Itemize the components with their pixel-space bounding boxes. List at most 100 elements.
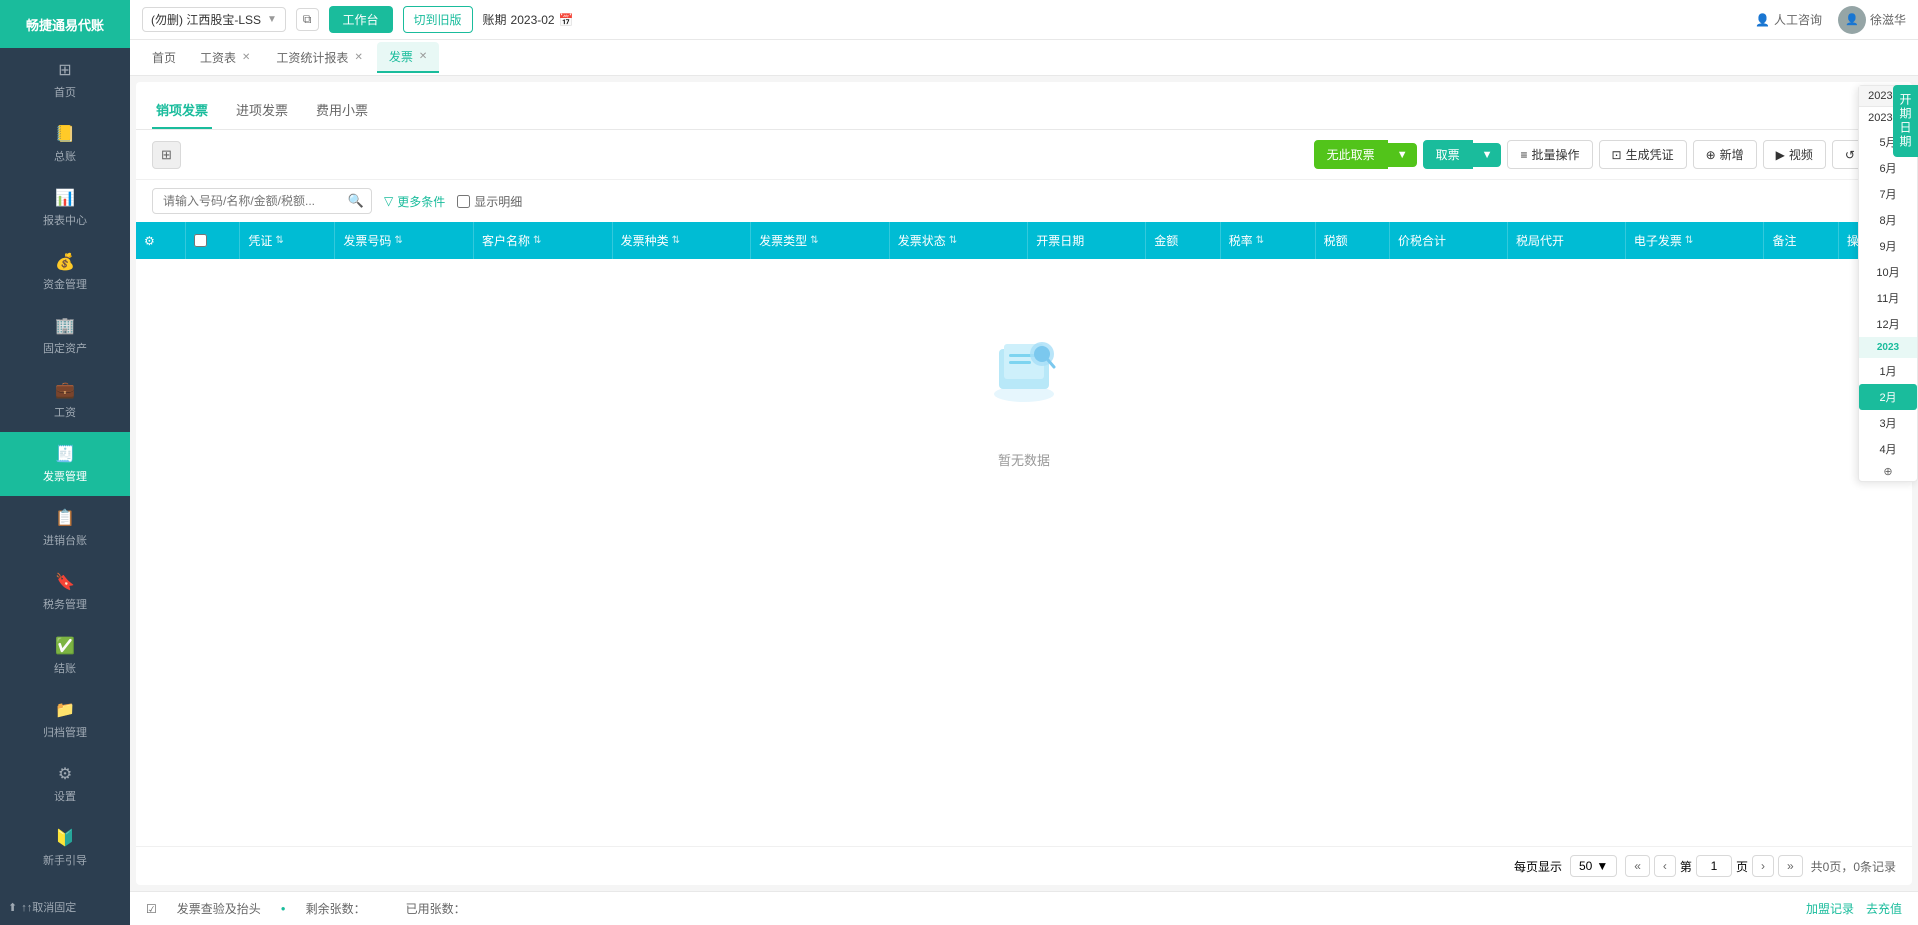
open-period-button[interactable]: 开期日期	[1893, 85, 1918, 157]
avatar: 👤	[1838, 6, 1866, 34]
sidebar-item-archive[interactable]: 📁 归档管理	[0, 688, 130, 752]
sidebar-item-invoice[interactable]: 🧾 发票管理	[0, 432, 130, 496]
tab-close-icon[interactable]: ✕	[354, 52, 362, 63]
select-all-checkbox[interactable]	[194, 234, 207, 247]
last-page-button[interactable]: »	[1778, 855, 1803, 877]
user-name: 徐滋华	[1870, 11, 1906, 28]
per-page-chevron: ▼	[1596, 859, 1608, 873]
per-page-value: 50	[1579, 859, 1592, 873]
date-panel-item-9[interactable]: 9月	[1859, 233, 1917, 259]
tax-icon: 🔖	[55, 572, 75, 592]
sidebar-item-sales[interactable]: 📋 进销台账	[0, 496, 130, 560]
new-button[interactable]: ⊕ 新增	[1693, 140, 1757, 169]
page-input[interactable]	[1696, 855, 1732, 877]
th-invoice-no: 发票号码⇅	[335, 222, 474, 259]
sort-icon: ⇅	[1256, 235, 1264, 246]
sidebar-item-close[interactable]: ✅ 结账	[0, 624, 130, 688]
more-filters-button[interactable]: ▽ 更多条件	[384, 193, 445, 210]
first-page-button[interactable]: «	[1625, 855, 1650, 877]
switch-version-button[interactable]: 切到旧版	[403, 6, 473, 33]
sub-tab-incoming-label: 进项发票	[236, 103, 288, 118]
sidebar-item-guide[interactable]: 🔰 新手引导	[0, 816, 130, 880]
copy-button[interactable]: ⧉	[296, 8, 319, 31]
tab-close-icon[interactable]: ✕	[419, 51, 427, 62]
sidebar-item-tax[interactable]: 🔖 税务管理	[0, 560, 130, 624]
company-name: (勿删) 江西股宝-LSS	[151, 11, 261, 28]
th-tax-amount: 税额	[1315, 222, 1389, 259]
header-right: 👤 人工咨询 👤 徐滋华	[1755, 6, 1906, 34]
tab-home[interactable]: 首页	[142, 43, 186, 72]
new-icon: ⊕	[1706, 148, 1716, 162]
tab-salary[interactable]: 工资表 ✕	[188, 43, 262, 72]
tab-bar: 首页 工资表 ✕ 工资统计报表 ✕ 发票 ✕	[130, 40, 1918, 76]
sub-tab-outgoing[interactable]: 销项发票	[152, 92, 212, 129]
expand-icon: ⊕	[1883, 465, 1892, 478]
period-value: 2023-02	[511, 13, 555, 27]
sidebar-bottom-pin[interactable]: ⬆ ↑↑取消固定	[0, 889, 130, 925]
date-panel-item-6[interactable]: 6月	[1859, 155, 1917, 181]
sub-tab-expense[interactable]: 费用小票	[312, 92, 372, 129]
date-panel-item-8[interactable]: 8月	[1859, 207, 1917, 233]
sidebar-bottom-label: ↑↑取消固定	[21, 899, 76, 915]
sidebar-item-funds[interactable]: 💰 资金管理	[0, 240, 130, 304]
search-input[interactable]	[152, 188, 372, 214]
date-panel-item-7[interactable]: 7月	[1859, 181, 1917, 207]
next-page-button[interactable]: ›	[1752, 855, 1774, 877]
sort-icon: ⇅	[672, 235, 680, 246]
th-customer: 客户名称⇅	[473, 222, 612, 259]
tab-close-icon[interactable]: ✕	[242, 52, 250, 63]
date-panel-expand[interactable]: ⊕	[1859, 462, 1917, 481]
sort-icon: ⇅	[275, 235, 283, 246]
date-panel-item-mar[interactable]: 3月	[1859, 410, 1917, 436]
date-panel-item-jan[interactable]: 1月	[1859, 358, 1917, 384]
th-remark: 备注	[1764, 222, 1838, 259]
per-page-select[interactable]: 50 ▼	[1570, 855, 1617, 877]
settings-icon: ⚙	[58, 764, 72, 784]
get-invoice-dropdown[interactable]: ▼	[1473, 143, 1502, 167]
sidebar-item-home[interactable]: ⊞ 首页	[0, 48, 130, 112]
sort-icon: ⇅	[394, 235, 402, 246]
sidebar-item-ledger[interactable]: 📒 总账	[0, 112, 130, 176]
sidebar-label-archive: 归档管理	[43, 724, 87, 740]
sidebar-item-assets[interactable]: 🏢 固定资产	[0, 304, 130, 368]
sidebar-label-guide: 新手引导	[43, 852, 87, 868]
tab-salary-stats[interactable]: 工资统计报表 ✕	[264, 43, 374, 72]
date-panel-item-10[interactable]: 10月	[1859, 259, 1917, 285]
generate-voucher-button[interactable]: ⊡ 生成凭证	[1599, 140, 1687, 169]
date-panel-item-apr[interactable]: 4月	[1859, 436, 1917, 462]
sidebar: 畅捷通易代账 ⊞ 首页 📒 总账 📊 报表中心 💰 资金管理 🏢 固定资产	[0, 0, 130, 925]
user-profile[interactable]: 👤 徐滋华	[1838, 6, 1906, 34]
workbench-button[interactable]: 工作台	[329, 6, 393, 33]
sidebar-item-settings[interactable]: ⚙ 设置	[0, 752, 130, 816]
company-selector[interactable]: (勿删) 江西股宝-LSS ▼	[142, 7, 286, 32]
sidebar-item-salary[interactable]: 💼 工资	[0, 368, 130, 432]
sub-tab-incoming[interactable]: 进项发票	[232, 92, 292, 129]
get-invoice-button[interactable]: 取票	[1423, 140, 1473, 169]
date-panel-item-feb[interactable]: 2月	[1859, 384, 1917, 410]
sales-icon: 📋	[55, 508, 75, 528]
prev-page-button[interactable]: ‹	[1654, 855, 1676, 877]
sidebar-label-home: 首页	[54, 84, 76, 100]
video-button[interactable]: ▶ 视频	[1763, 140, 1826, 169]
show-detail-checkbox[interactable]: 显示明细	[457, 193, 522, 210]
sort-icon: ⇅	[1685, 235, 1693, 246]
top-header: (勿删) 江西股宝-LSS ▼ ⧉ 工作台 切到旧版 账期 2023-02 📅 …	[130, 0, 1918, 40]
grid-settings-button[interactable]: ⊞	[152, 141, 181, 169]
sidebar-item-member[interactable]: 👑 畅会员	[0, 880, 130, 889]
no-invoice-dropdown[interactable]: ▼	[1388, 143, 1417, 167]
no-invoice-button[interactable]: 无此取票	[1314, 140, 1388, 169]
date-panel-item-11[interactable]: 11月	[1859, 285, 1917, 311]
support-item[interactable]: 👤 人工咨询	[1755, 11, 1822, 28]
period-calendar-icon: 📅	[559, 13, 574, 27]
show-detail-input[interactable]	[457, 195, 470, 208]
main-area: (勿删) 江西股宝-LSS ▼ ⧉ 工作台 切到旧版 账期 2023-02 📅 …	[130, 0, 1918, 925]
sidebar-item-reports[interactable]: 📊 报表中心	[0, 176, 130, 240]
join-record-link[interactable]: 加盟记录	[1806, 900, 1854, 917]
tab-invoice[interactable]: 发票 ✕	[377, 42, 439, 73]
date-panel-item-12[interactable]: 12月	[1859, 311, 1917, 337]
page-nav: « ‹ 第 页 › »	[1625, 855, 1802, 877]
support-label: 人工咨询	[1774, 11, 1822, 28]
batch-ops-button[interactable]: ≡ 批量操作	[1507, 140, 1592, 169]
sidebar-nav: ⊞ 首页 📒 总账 📊 报表中心 💰 资金管理 🏢 固定资产 💼 工资	[0, 48, 130, 889]
recharge-link[interactable]: 去充值	[1866, 900, 1902, 917]
